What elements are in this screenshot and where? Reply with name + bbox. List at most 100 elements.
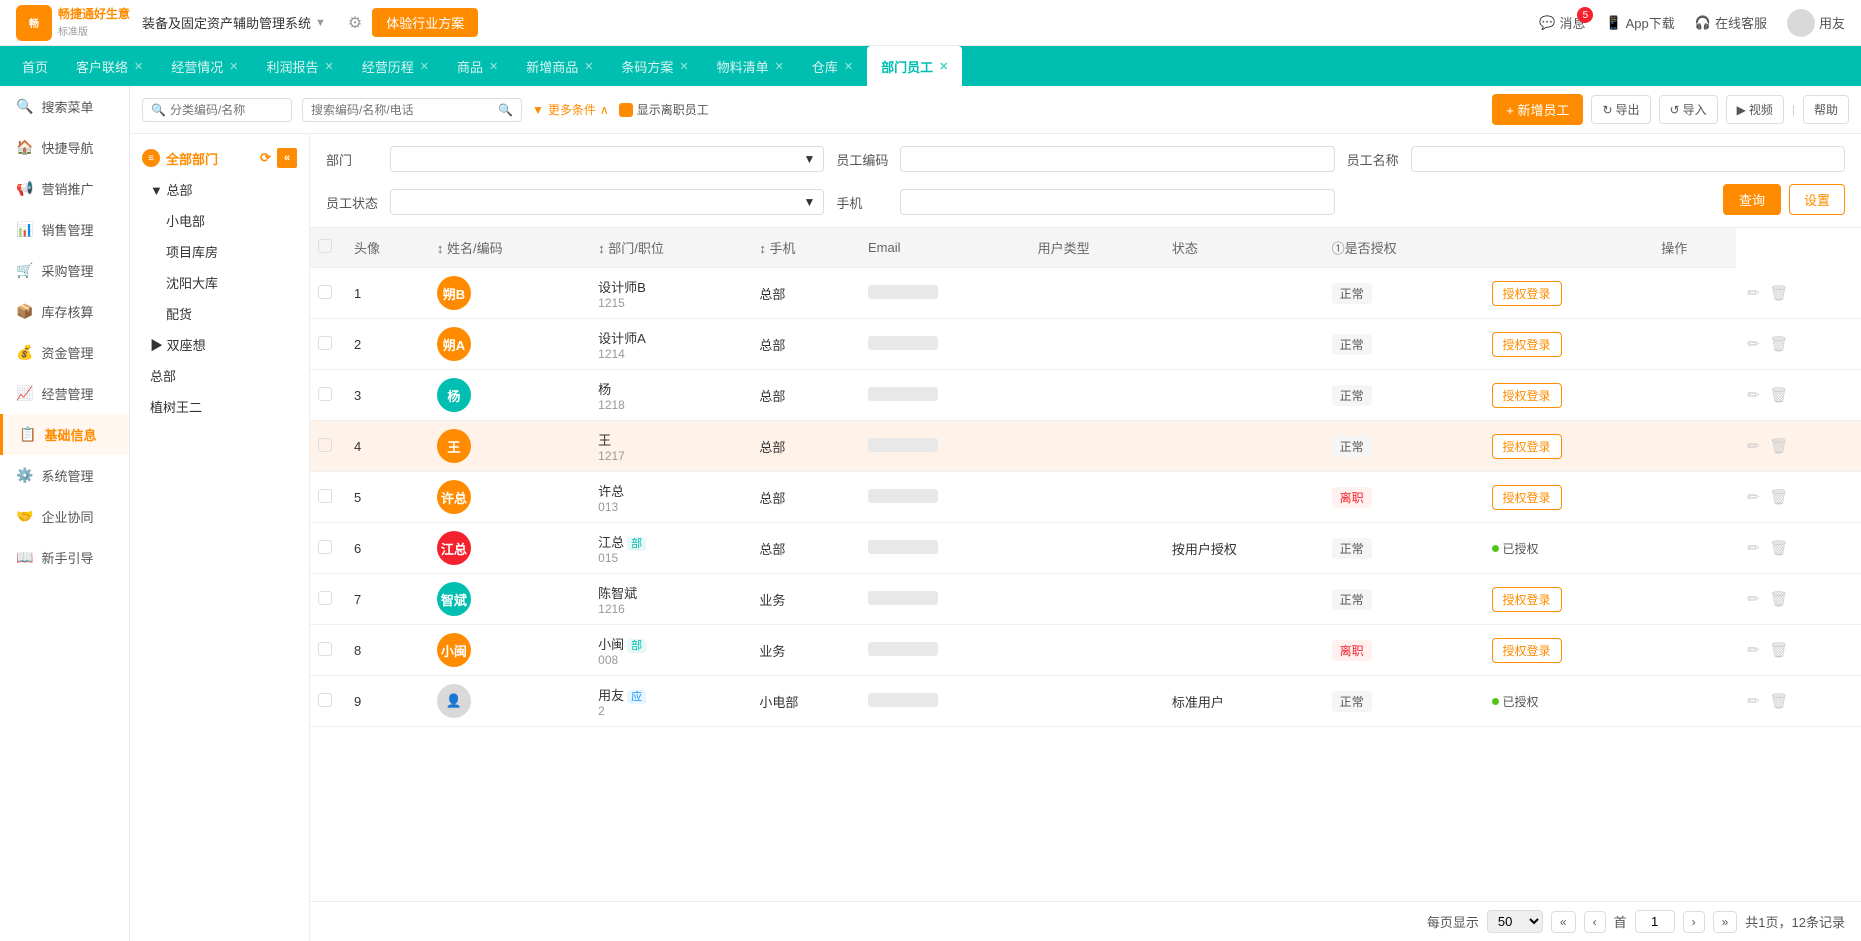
sys-dropdown-arrow[interactable]: ▼ — [315, 17, 326, 29]
next-page-btn[interactable]: › — [1683, 911, 1705, 933]
query-button[interactable]: 查询 — [1723, 184, 1781, 215]
col-dept[interactable]: ↕ 部门/职位 — [590, 228, 751, 268]
view-button[interactable]: ▶ 视频 — [1726, 95, 1784, 124]
empcode-input[interactable] — [900, 146, 1334, 172]
navtab-商品[interactable]: 商品✕ — [443, 46, 512, 86]
tab-close-icon[interactable]: ✕ — [584, 60, 593, 73]
app-download-item[interactable]: 📱 App下载 — [1605, 13, 1674, 32]
empcode-field[interactable] — [909, 152, 1325, 166]
empname-field[interactable] — [1420, 152, 1836, 166]
setting-button[interactable]: 设置 — [1789, 184, 1845, 215]
col-name[interactable]: ↕ 姓名/编码 — [429, 228, 590, 268]
export-button[interactable]: ↻ 导出 — [1591, 95, 1650, 124]
row-checkbox[interactable] — [318, 438, 332, 452]
navtab-首页[interactable]: 首页 — [8, 46, 62, 86]
help-button[interactable]: 帮助 — [1803, 95, 1849, 124]
navtab-利润报告[interactable]: 利润报告✕ — [252, 46, 347, 86]
sidebar-item-库存核算[interactable]: 📦库存核算 — [0, 291, 129, 332]
auth-login-button[interactable]: 授权登录 — [1492, 434, 1562, 459]
dept-item-植树王二[interactable]: 植树王二 — [130, 391, 309, 422]
last-page-btn[interactable]: » — [1713, 911, 1738, 933]
edit-button[interactable]: ✏ — [1747, 540, 1760, 557]
navtab-部门员工[interactable]: 部门员工✕ — [867, 46, 962, 86]
edit-button[interactable]: ✏ — [1747, 489, 1760, 506]
row-checkbox[interactable] — [318, 591, 332, 605]
sidebar-item-企业协同[interactable]: 🤝企业协同 — [0, 496, 129, 537]
row-checkbox[interactable] — [318, 540, 332, 554]
edit-button[interactable]: ✏ — [1747, 285, 1760, 302]
dept-item-总部[interactable]: ▼ 总部 — [130, 174, 309, 205]
tab-close-icon[interactable]: ✕ — [134, 60, 143, 73]
auth-login-button[interactable]: 授权登录 — [1492, 638, 1562, 663]
sidebar-item-采购管理[interactable]: 🛒采购管理 — [0, 250, 129, 291]
col-phone[interactable]: ↕ 手机 — [751, 228, 860, 268]
empname-input[interactable] — [1411, 146, 1845, 172]
sidebar-item-快捷导航[interactable]: 🏠快捷导航 — [0, 127, 129, 168]
tab-close-icon[interactable]: ✕ — [939, 60, 948, 73]
delete-button[interactable]: 🗑 — [1769, 642, 1788, 659]
phone-field[interactable] — [909, 195, 1325, 209]
page-size-select[interactable]: 50 100 — [1487, 910, 1543, 933]
delete-button[interactable]: 🗑 — [1769, 591, 1788, 608]
delete-button[interactable]: 🗑 — [1769, 438, 1788, 455]
sidebar-item-新手引导[interactable]: 📖新手引导 — [0, 537, 129, 578]
row-checkbox[interactable] — [318, 642, 332, 656]
sidebar-item-系统管理[interactable]: ⚙️系统管理 — [0, 455, 129, 496]
dept-search-box[interactable]: 🔍 — [142, 98, 292, 122]
prev-page-btn[interactable]: ‹ — [1584, 911, 1606, 933]
dept-search-input[interactable] — [170, 103, 270, 117]
edit-button[interactable]: ✏ — [1747, 591, 1760, 608]
tab-close-icon[interactable]: ✕ — [844, 60, 853, 73]
edit-button[interactable]: ✏ — [1747, 336, 1760, 353]
dept-select-arrow[interactable]: ▼ — [803, 152, 815, 166]
dept-item-项目库房[interactable]: 项目库房 — [130, 236, 309, 267]
dept-item-沈阳大库[interactable]: 沈阳大库 — [130, 267, 309, 298]
tab-close-icon[interactable]: ✕ — [325, 60, 334, 73]
tab-close-icon[interactable]: ✕ — [679, 60, 688, 73]
first-page-btn[interactable]: « — [1551, 911, 1576, 933]
user-item[interactable]: 用友 — [1787, 9, 1845, 37]
sidebar-item-经营管理[interactable]: 📈经营管理 — [0, 373, 129, 414]
sidebar-item-搜索菜单[interactable]: 🔍搜索菜单 — [0, 86, 129, 127]
row-checkbox[interactable] — [318, 336, 332, 350]
row-checkbox[interactable] — [318, 489, 332, 503]
add-employee-button[interactable]: + 新增员工 — [1492, 94, 1583, 125]
empstatus-select[interactable]: ▼ — [390, 189, 824, 215]
delete-button[interactable]: 🗑 — [1769, 285, 1788, 302]
sidebar-item-销售管理[interactable]: 📊销售管理 — [0, 209, 129, 250]
delete-button[interactable]: 🗑 — [1769, 693, 1788, 710]
import-button[interactable]: ↺ 导入 — [1659, 95, 1718, 124]
navtab-物料清单[interactable]: 物料清单✕ — [703, 46, 798, 86]
auth-login-button[interactable]: 授权登录 — [1492, 587, 1562, 612]
auth-login-button[interactable]: 授权登录 — [1492, 383, 1562, 408]
dept-item-双座想[interactable]: ▶ 双座想 — [130, 329, 309, 360]
dept-item-配货[interactable]: 配货 — [130, 298, 309, 329]
message-item[interactable]: 💬 消息 5 — [1539, 13, 1585, 32]
auth-login-button[interactable]: 授权登录 — [1492, 332, 1562, 357]
tab-close-icon[interactable]: ✕ — [420, 60, 429, 73]
dept-item-总部[interactable]: 总部 — [130, 360, 309, 391]
show-resigned-toggle[interactable]: 显示离职员工 — [619, 101, 709, 118]
edit-button[interactable]: ✏ — [1747, 387, 1760, 404]
gear-icon[interactable]: ⚙ — [348, 13, 362, 33]
dept-refresh-icon[interactable]: ⟳ — [260, 150, 271, 166]
navtab-经营情况[interactable]: 经营情况✕ — [157, 46, 252, 86]
tab-close-icon[interactable]: ✕ — [775, 60, 784, 73]
select-all-checkbox[interactable] — [318, 239, 332, 253]
delete-button[interactable]: 🗑 — [1769, 387, 1788, 404]
emp-search-input[interactable] — [311, 103, 494, 117]
filter-more-btn[interactable]: ▼ 更多条件 ∧ — [532, 101, 609, 118]
tab-close-icon[interactable]: ✕ — [489, 60, 498, 73]
empstatus-select-arrow[interactable]: ▼ — [803, 195, 815, 209]
navtab-条码方案[interactable]: 条码方案✕ — [607, 46, 702, 86]
navtab-经营历程[interactable]: 经营历程✕ — [348, 46, 443, 86]
delete-button[interactable]: 🗑 — [1769, 336, 1788, 353]
edit-button[interactable]: ✏ — [1747, 438, 1760, 455]
row-checkbox[interactable] — [318, 693, 332, 707]
page-number-input[interactable] — [1635, 910, 1675, 933]
navtab-新增商品[interactable]: 新增商品✕ — [512, 46, 607, 86]
phone-input[interactable] — [900, 189, 1334, 215]
show-resigned-checkbox[interactable] — [619, 103, 633, 117]
emp-search-box[interactable]: 🔍 — [302, 98, 522, 122]
delete-button[interactable]: 🗑 — [1769, 540, 1788, 557]
